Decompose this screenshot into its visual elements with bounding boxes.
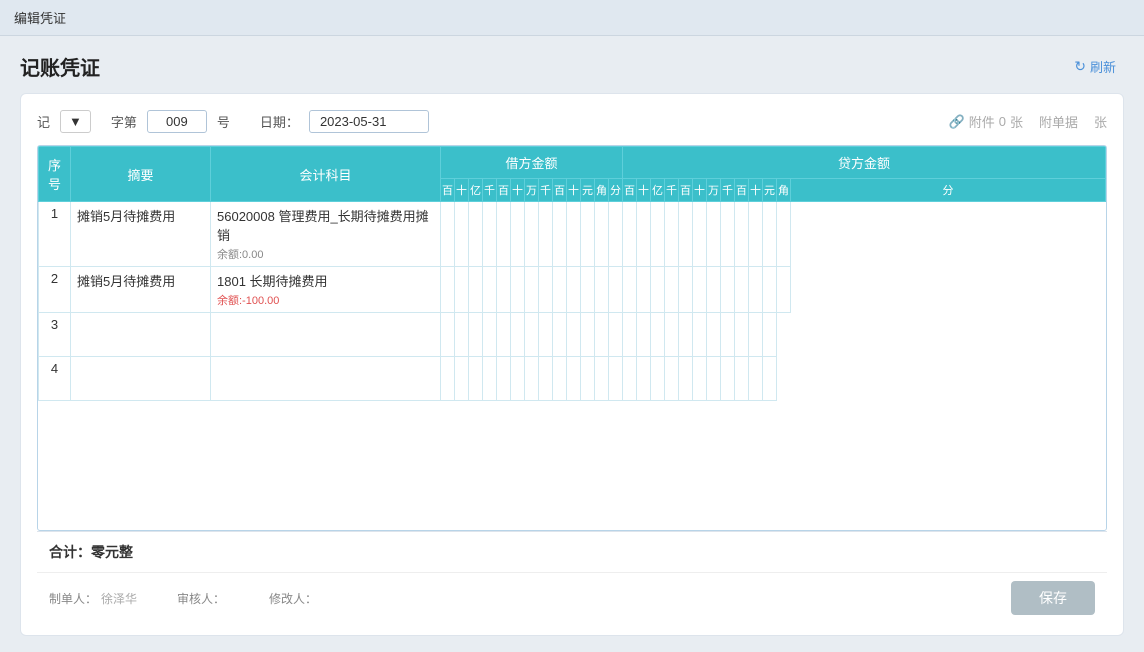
voucher-table-wrap: 序号 摘要 会计科目 借方金额 贷方金额 百 十 亿 千 百 十 xyxy=(37,145,1107,531)
credit-digit-shi3: 十 xyxy=(749,179,763,202)
attach-count: 0 xyxy=(999,114,1006,129)
row2-summary[interactable]: 摊销5月待摊费用 xyxy=(71,267,211,313)
debit-digit-yuan: 元 xyxy=(581,179,595,202)
hao-label: 号 xyxy=(217,112,230,131)
row1-seq: 1 xyxy=(39,202,71,267)
modifier-label: 修改人： xyxy=(269,590,317,607)
footer-row: 制单人： 徐泽华 审核人： 修改人： 保存 xyxy=(37,572,1107,619)
credit-digit-yuan: 元 xyxy=(763,179,777,202)
row4-seq: 4 xyxy=(39,357,71,401)
row1-summary[interactable]: 摊销5月待摊费用 xyxy=(71,202,211,267)
modifier-item: 修改人： xyxy=(269,590,321,607)
row2-subject-name: 1801 长期待摊费用 xyxy=(217,271,434,290)
dropdown-arrow-icon: ▼ xyxy=(69,114,82,129)
page-header: 记账凭证 ↻ 刷新 xyxy=(20,52,1124,81)
credit-digit-shi2: 十 xyxy=(693,179,707,202)
credit-digit-bai3: 百 xyxy=(735,179,749,202)
debit-digit-qian2: 千 xyxy=(539,179,553,202)
attach-icon: 🔗 xyxy=(949,114,965,130)
credit-digit-jiao: 角 xyxy=(777,179,791,202)
type-label: 记 xyxy=(37,112,50,131)
row1-subject[interactable]: 56020008 管理费用_长期待摊费用摊销 余额:0.00 xyxy=(211,202,441,267)
fudanjv-link[interactable]: 附单据 xyxy=(1039,112,1078,131)
date-label: 日期： xyxy=(260,112,299,131)
date-input[interactable] xyxy=(309,110,429,133)
total-label: 合计：零元整 xyxy=(49,544,133,560)
voucher-type-dropdown[interactable]: ▼ xyxy=(60,110,91,133)
table-row: 3 xyxy=(39,313,1106,357)
creator-value: 徐泽华 xyxy=(101,590,137,607)
row4-summary[interactable] xyxy=(71,357,211,401)
debit-digit-jiao: 角 xyxy=(595,179,609,202)
main-content: 记账凭证 ↻ 刷新 记 ▼ 字第 号 日期： 🔗 xyxy=(0,36,1144,652)
row2-seq: 2 xyxy=(39,267,71,313)
debit-digit-shi2: 十 xyxy=(511,179,525,202)
voucher-controls: 记 ▼ 字第 号 日期： 🔗 附件 0 张 附单据 张 xyxy=(37,110,1107,133)
credit-digit-bai1: 百 xyxy=(623,179,637,202)
credit-digit-shi1: 十 xyxy=(637,179,651,202)
debit-digit-shi3: 十 xyxy=(567,179,581,202)
col-subject-header: 会计科目 xyxy=(211,147,441,202)
refresh-button[interactable]: ↻ 刷新 xyxy=(1066,53,1124,80)
row3-seq: 3 xyxy=(39,313,71,357)
row3-subject[interactable] xyxy=(211,313,441,357)
col-seq-header: 序号 xyxy=(39,147,71,202)
row1-balance: 余额:0.00 xyxy=(217,246,434,262)
debit-digit-qian1: 千 xyxy=(483,179,497,202)
row1-subject-name: 56020008 管理费用_长期待摊费用摊销 xyxy=(217,206,434,244)
total-row: 合计：零元整 xyxy=(37,531,1107,572)
save-btn-wrap: 保存 xyxy=(1011,581,1095,615)
credit-digit-bai2: 百 xyxy=(679,179,693,202)
table-row: 2 摊销5月待摊费用 1801 长期待摊费用 余额:-100.00 xyxy=(39,267,1106,313)
debit-digit-wan: 万 xyxy=(525,179,539,202)
col-credit-header: 贷方金额 xyxy=(623,147,1106,179)
table-row: 1 摊销5月待摊费用 56020008 管理费用_长期待摊费用摊销 余额:0.0… xyxy=(39,202,1106,267)
debit-digit-bai3: 百 xyxy=(553,179,567,202)
save-button[interactable]: 保存 xyxy=(1011,581,1095,615)
title-bar: 编辑凭证 xyxy=(0,0,1144,36)
credit-digit-qian2: 千 xyxy=(721,179,735,202)
page-title: 记账凭证 xyxy=(20,52,100,81)
debit-digit-fen: 分 xyxy=(609,179,623,202)
table-row: 4 xyxy=(39,357,1106,401)
window-title: 编辑凭证 xyxy=(14,11,66,26)
refresh-label: 刷新 xyxy=(1090,57,1116,76)
auditor-label: 审核人： xyxy=(177,590,225,607)
creator-item: 制单人： 徐泽华 xyxy=(49,590,137,607)
voucher-table: 序号 摘要 会计科目 借方金额 贷方金额 百 十 亿 千 百 十 xyxy=(38,146,1106,401)
attach-zhang: 张 xyxy=(1010,112,1023,131)
debit-digit-bai2: 百 xyxy=(497,179,511,202)
debit-digit-yi: 亿 xyxy=(469,179,483,202)
credit-digit-wan: 万 xyxy=(707,179,721,202)
window: 编辑凭证 记账凭证 ↻ 刷新 记 ▼ 字第 号 日期： xyxy=(0,0,1144,652)
debit-digit-bai1: 百 xyxy=(441,179,455,202)
attach-link[interactable]: 🔗 附件 0 张 xyxy=(949,112,1023,131)
credit-digit-yi: 亿 xyxy=(651,179,665,202)
row4-subject[interactable] xyxy=(211,357,441,401)
zhang-text: 张 xyxy=(1094,112,1107,131)
col-summary-header: 摘要 xyxy=(71,147,211,202)
header-right: 🔗 附件 0 张 附单据 张 xyxy=(949,112,1107,131)
col-debit-header: 借方金额 xyxy=(441,147,623,179)
auditor-item: 审核人： xyxy=(177,590,229,607)
row3-summary[interactable] xyxy=(71,313,211,357)
credit-digit-qian1: 千 xyxy=(665,179,679,202)
row2-subject[interactable]: 1801 长期待摊费用 余额:-100.00 xyxy=(211,267,441,313)
attach-label: 附件 xyxy=(969,112,995,131)
zi-label: 字第 xyxy=(111,112,137,131)
debit-digit-shi1: 十 xyxy=(455,179,469,202)
credit-digit-fen: 分 xyxy=(791,179,1106,202)
voucher-card: 记 ▼ 字第 号 日期： 🔗 附件 0 张 附单据 张 xyxy=(20,93,1124,636)
refresh-icon: ↻ xyxy=(1074,58,1086,75)
row2-balance: 余额:-100.00 xyxy=(217,292,434,308)
zi-input[interactable] xyxy=(147,110,207,133)
creator-label: 制单人： xyxy=(49,590,97,607)
